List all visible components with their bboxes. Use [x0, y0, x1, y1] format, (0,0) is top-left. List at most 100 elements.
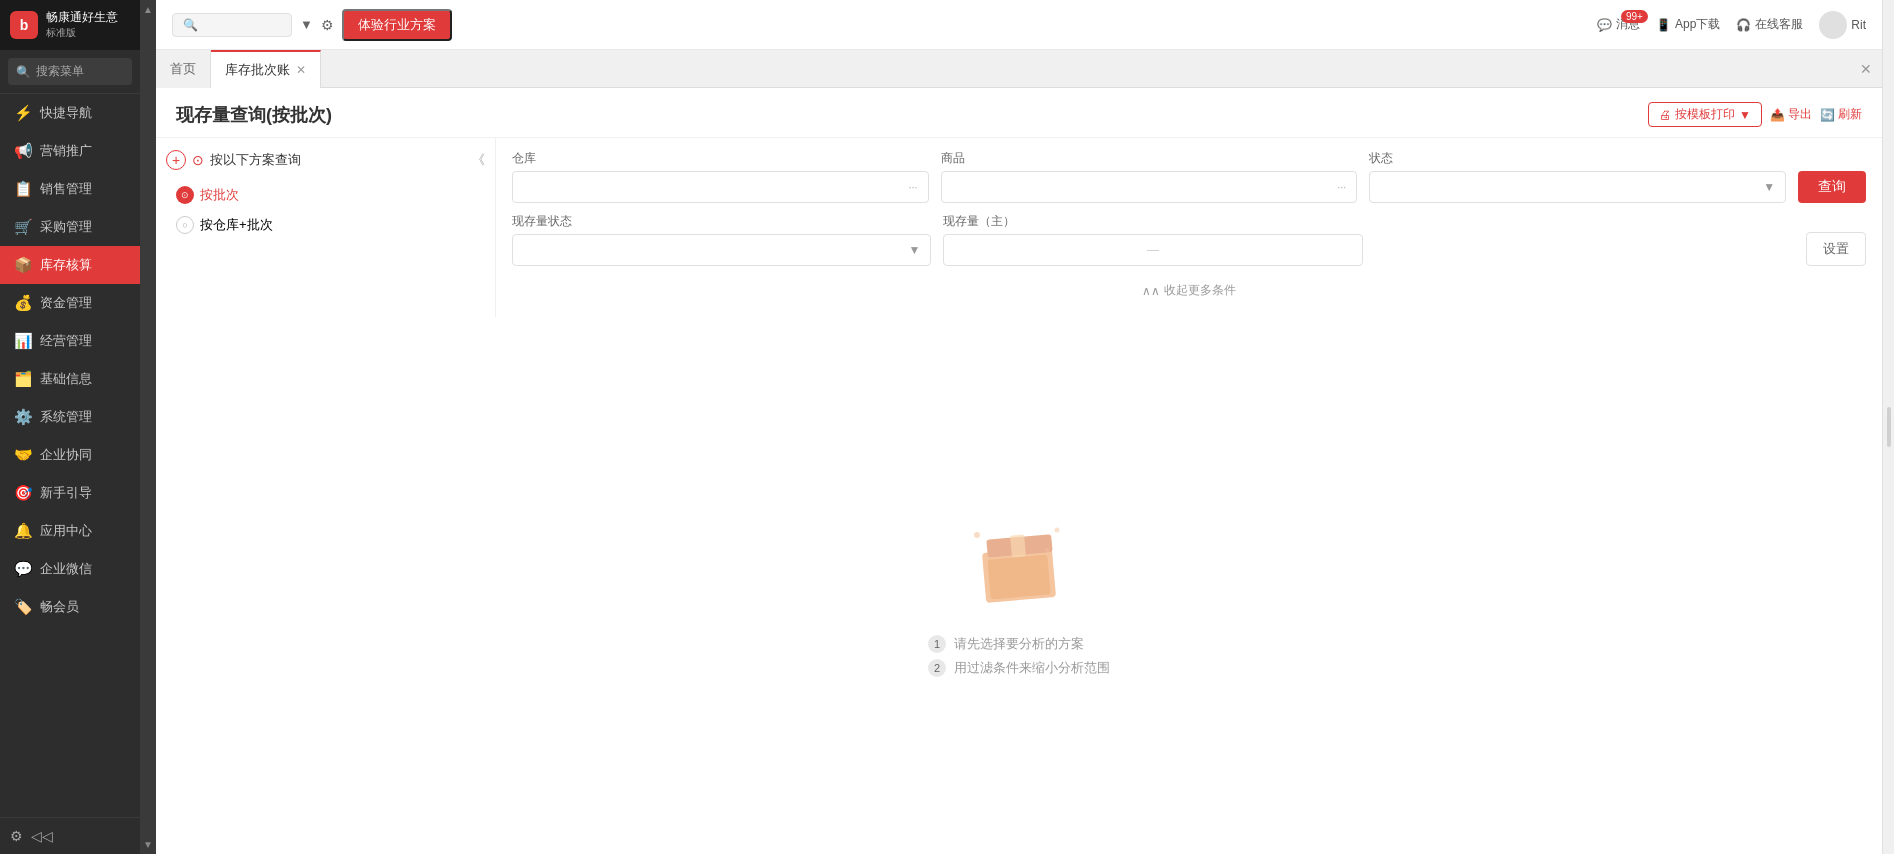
scroll-down-arrow[interactable]: ▼	[143, 839, 153, 850]
avatar	[1819, 11, 1847, 39]
sidebar-item-quick-nav[interactable]: ⚡ 快捷导航	[0, 94, 140, 132]
topbar-left: 🔍 ▼ ⚙ 体验行业方案	[172, 9, 1587, 41]
search-box-icon: 🔍	[183, 18, 198, 32]
quick-nav-icon: ⚡	[14, 104, 32, 122]
basic-icon: 🗂️	[14, 370, 32, 388]
scroll-handle-bar	[1887, 407, 1891, 447]
page-content: 现存量查询(按批次) 🖨 按模板打印 ▼ 📤 导出 🔄 刷新	[156, 88, 1882, 854]
online-service-label: 在线客服	[1755, 16, 1803, 33]
sidebar-item-app-center[interactable]: 🔔 应用中心	[0, 512, 140, 550]
sidebar-item-marketing[interactable]: 📢 营销推广	[0, 132, 140, 170]
scroll-up-arrow[interactable]: ▲	[143, 4, 153, 15]
sidebar-item-finance[interactable]: 💰 资金管理	[0, 284, 140, 322]
sidebar-title: 畅康通好生意	[46, 10, 118, 26]
collapse-sidebar-icon[interactable]: ◁◁	[31, 828, 53, 844]
tab-bar-close-button[interactable]: ✕	[1860, 61, 1882, 77]
inventory-status-select[interactable]: ▼	[512, 234, 931, 266]
scheme-panel-label: 按以下方案查询	[210, 151, 301, 169]
scheme-active-icon: ⊙	[176, 186, 194, 204]
warehouse-more-icon[interactable]: ···	[909, 181, 918, 193]
export-button[interactable]: 📤 导出	[1770, 106, 1812, 123]
empty-svg	[959, 495, 1079, 615]
scheme-panel-header: + ⊙ 按以下方案查询 《	[166, 150, 485, 170]
finance-icon: 💰	[14, 294, 32, 312]
main-area: 🔍 ▼ ⚙ 体验行业方案 💬 消息 99+ 📱 App下载 🎧 在线客服 Ri	[156, 0, 1882, 854]
hint-text-2: 用过滤条件来缩小分析范围	[954, 659, 1110, 677]
warehouse-label: 仓库	[512, 150, 929, 167]
sidebar-item-enterprise[interactable]: 🤝 企业协同	[0, 436, 140, 474]
tab-close-icon[interactable]: ✕	[296, 63, 306, 77]
scheme-collapse-icon[interactable]: 《	[472, 151, 485, 169]
svg-rect-2	[987, 554, 1050, 599]
sidebar-search-box[interactable]: 🔍 搜索菜单	[8, 58, 132, 85]
product-field: 商品 ···	[941, 150, 1358, 203]
scheme-item-batch[interactable]: ⊙ 按批次	[166, 180, 485, 210]
page-title: 现存量查询(按批次)	[176, 103, 332, 127]
sidebar-item-sales[interactable]: 📋 销售管理	[0, 170, 140, 208]
members-icon: 🏷️	[14, 598, 32, 616]
settings-footer-icon[interactable]: ⚙	[10, 828, 23, 844]
sidebar-item-operations[interactable]: 📊 经营管理	[0, 322, 140, 360]
printer-icon: 🖨	[1659, 108, 1671, 122]
sidebar-item-enterprise-wx[interactable]: 💬 企业微信	[0, 550, 140, 588]
page-actions: 🖨 按模板打印 ▼ 📤 导出 🔄 刷新	[1648, 102, 1862, 127]
search-icon: 🔍	[16, 65, 31, 79]
newbie-icon: 🎯	[14, 484, 32, 502]
hint-num-2: 2	[928, 659, 946, 677]
sidebar-brand: 畅康通好生意 标准版	[46, 10, 118, 40]
sidebar-item-basic[interactable]: 🗂️ 基础信息	[0, 360, 140, 398]
tab-inventory-batch-label: 库存批次账	[225, 61, 290, 79]
product-more-icon[interactable]: ···	[1337, 181, 1346, 193]
sidebar-item-label: 库存核算	[40, 256, 92, 274]
sidebar-scroll-track: ▲ ▼	[140, 0, 156, 854]
warehouse-input[interactable]: ···	[512, 171, 929, 203]
settings-button[interactable]: 设置	[1806, 232, 1866, 266]
sidebar-item-label: 销售管理	[40, 180, 92, 198]
add-scheme-button[interactable]: +	[166, 150, 186, 170]
sidebar-item-members[interactable]: 🏷️ 畅会员	[0, 588, 140, 626]
right-scroll-handle[interactable]	[1882, 0, 1894, 854]
inventory-icon: 📦	[14, 256, 32, 274]
scheme-settings-icon[interactable]: ⊙	[192, 152, 204, 168]
product-label: 商品	[941, 150, 1358, 167]
product-input[interactable]: ···	[941, 171, 1358, 203]
inventory-qty-range[interactable]: —	[943, 234, 1362, 266]
print-dropdown-icon[interactable]: ▼	[1739, 108, 1751, 122]
status-select[interactable]: ▼	[1369, 171, 1786, 203]
chevron-up-icon: ∧∧	[1142, 284, 1160, 298]
empty-hints: 1 请先选择要分析的方案 2 用过滤条件来缩小分析范围	[928, 635, 1110, 677]
user-profile[interactable]: Rit	[1819, 11, 1866, 39]
sidebar-item-label: 应用中心	[40, 522, 92, 540]
sidebar-subtitle: 标准版	[46, 26, 118, 40]
sidebar-item-label: 快捷导航	[40, 104, 92, 122]
tab-inventory-batch[interactable]: 库存批次账 ✕	[211, 50, 321, 88]
empty-illustration	[959, 495, 1079, 615]
sidebar-item-system[interactable]: ⚙️ 系统管理	[0, 398, 140, 436]
status-field: 状态 ▼	[1369, 150, 1786, 203]
inventory-status-label: 现存量状态	[512, 213, 931, 230]
enterprise-icon: 🤝	[14, 446, 32, 464]
topbar-gear-icon[interactable]: ⚙	[321, 17, 334, 33]
messages-button[interactable]: 💬 消息 99+	[1597, 16, 1640, 33]
topbar-search-box[interactable]: 🔍	[172, 13, 292, 37]
app-download-button[interactable]: 📱 App下载	[1656, 16, 1720, 33]
topbar-dropdown-icon[interactable]: ▼	[300, 17, 313, 32]
trial-button[interactable]: 体验行业方案	[342, 9, 452, 41]
scheme-item-warehouse-batch[interactable]: ○ 按仓库+批次	[166, 210, 485, 240]
online-service-button[interactable]: 🎧 在线客服	[1736, 16, 1803, 33]
sidebar-search-area[interactable]: 🔍 搜索菜单	[0, 50, 140, 94]
topbar: 🔍 ▼ ⚙ 体验行业方案 💬 消息 99+ 📱 App下载 🎧 在线客服 Ri	[156, 0, 1882, 50]
refresh-button[interactable]: 🔄 刷新	[1820, 106, 1862, 123]
print-button[interactable]: 🖨 按模板打印 ▼	[1648, 102, 1762, 127]
app-download-label: App下载	[1675, 16, 1720, 33]
collapse-more-button[interactable]: ∧∧ 收起更多条件	[512, 276, 1866, 305]
svg-point-5	[1055, 527, 1060, 532]
app-logo: b	[10, 11, 38, 39]
status-dropdown-icon: ▼	[1763, 180, 1775, 194]
app-download-icon: 📱	[1656, 18, 1671, 32]
query-button[interactable]: 查询	[1798, 171, 1866, 203]
sidebar-item-purchase[interactable]: 🛒 采购管理	[0, 208, 140, 246]
sidebar-item-inventory[interactable]: 📦 库存核算	[0, 246, 140, 284]
sidebar-item-newbie[interactable]: 🎯 新手引导	[0, 474, 140, 512]
tab-home[interactable]: 首页	[156, 50, 211, 88]
